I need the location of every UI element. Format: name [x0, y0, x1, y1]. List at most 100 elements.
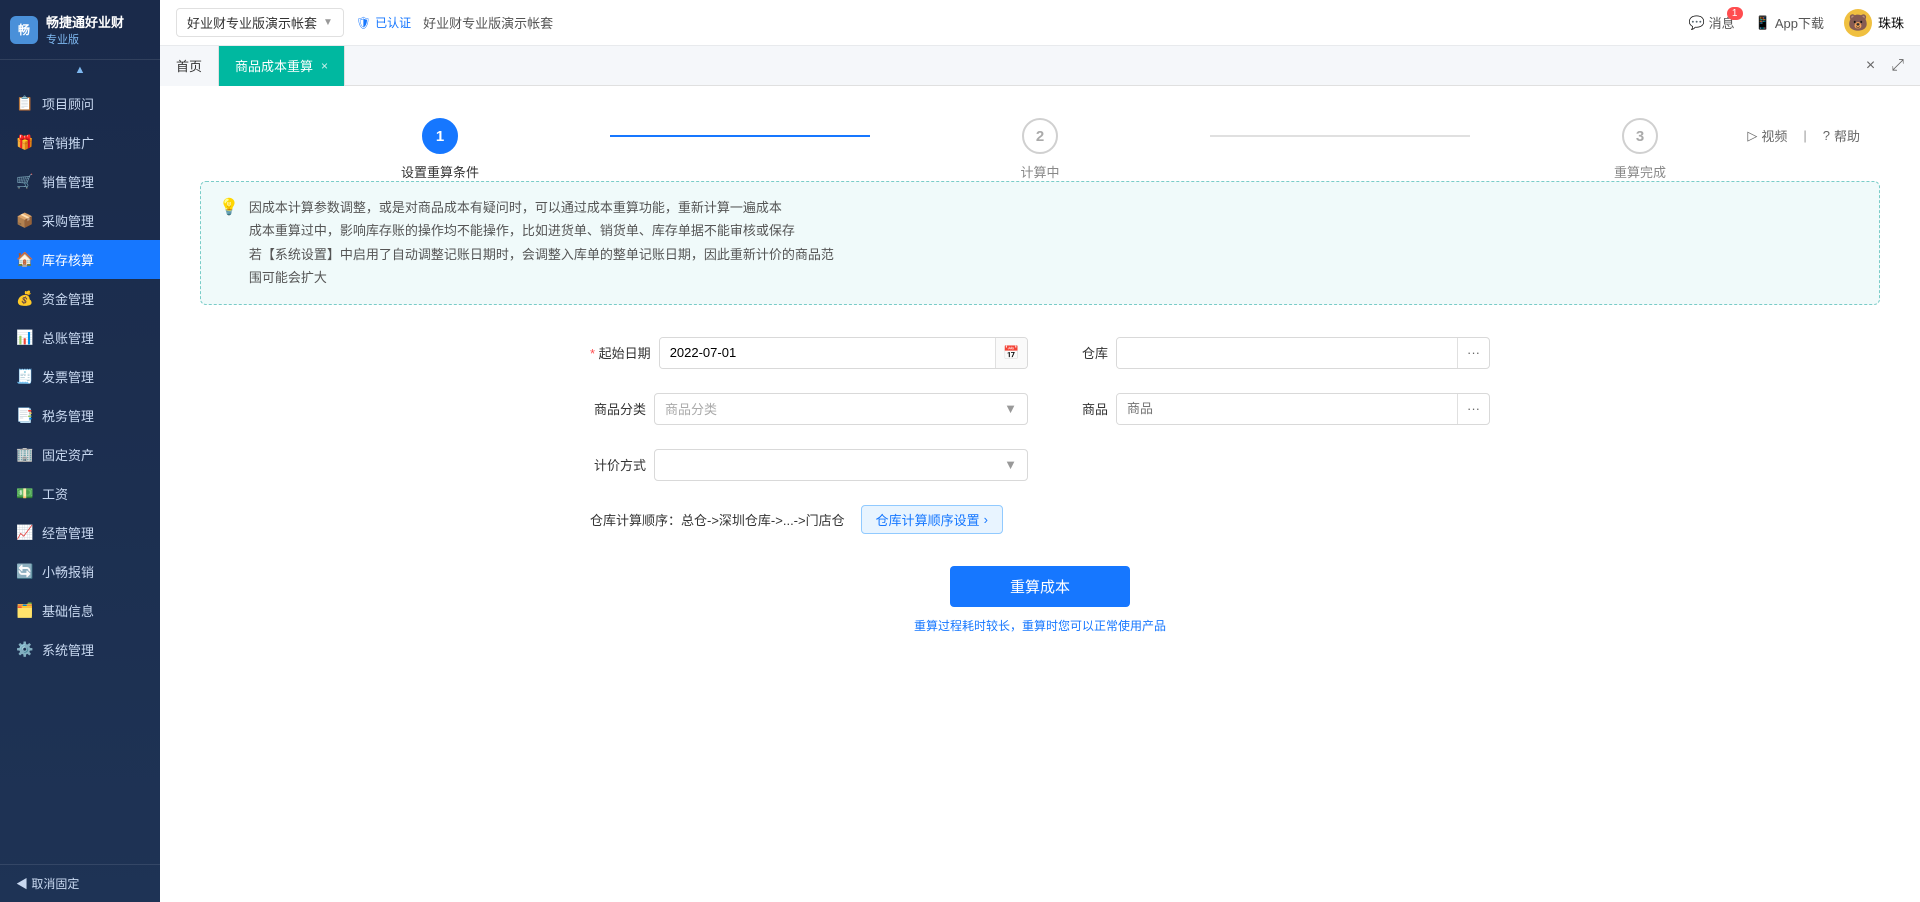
step-1-circle: 1 [422, 118, 458, 154]
avatar: 🐻 [1844, 9, 1872, 37]
form-row-2: 商品分类 商品分类 ▼ 商品 ··· [590, 393, 1490, 425]
assets-icon: 🏢 [16, 446, 34, 463]
form-section: 起始日期 📅 仓库 ··· 商品分类 [590, 337, 1490, 634]
logo-text: 畅捷通好业财 专业版 [46, 12, 124, 47]
user-menu[interactable]: 🐻 珠珠 [1844, 9, 1904, 37]
scroll-up-indicator: ▲ [0, 60, 160, 80]
sidebar-item-salary[interactable]: 💵 工资 [0, 474, 160, 513]
price-method-select[interactable]: ▼ [654, 449, 1028, 481]
sidebar-item-tax[interactable]: 📑 税务管理 [0, 396, 160, 435]
stepper-wrapper: 1 设置重算条件 2 计算中 3 [200, 118, 1880, 181]
sidebar: 畅 畅捷通好业财 专业版 ▲ 📋 项目顾问 🎁 营销推广 🛒 销售管理 📦 采购… [0, 0, 160, 902]
tab-close-icon[interactable]: × [321, 59, 328, 73]
category-label: 商品分类 [590, 399, 646, 418]
sidebar-item-project[interactable]: 📋 项目顾问 [0, 84, 160, 123]
sidebar-item-marketing[interactable]: 🎁 营销推广 [0, 123, 160, 162]
video-link[interactable]: ▷ 视频 [1747, 126, 1787, 145]
logo-icon: 畅 [10, 16, 38, 44]
topbar: 好业财专业版演示帐套 ▼ 🛡 已认证 好业财专业版演示帐套 💬 消息 1 📱 A… [160, 0, 1920, 46]
help-icon: ? [1823, 128, 1830, 143]
message-icon: 💬 [1688, 15, 1704, 31]
system-icon: ⚙️ [16, 641, 34, 658]
sidebar-item-base[interactable]: 🗂️ 基础信息 [0, 591, 160, 630]
finance-icon: 💰 [16, 290, 34, 307]
goods-input[interactable] [1117, 394, 1457, 424]
project-icon: 📋 [16, 95, 34, 112]
tab-close-window[interactable]: × [1862, 53, 1879, 79]
page-body: 1 设置重算条件 2 计算中 3 [160, 86, 1920, 902]
sidebar-item-assets[interactable]: 🏢 固定资产 [0, 435, 160, 474]
start-date-group: 起始日期 📅 [590, 337, 1028, 369]
bulb-icon: 💡 [219, 197, 239, 290]
expense-icon: 🔄 [16, 563, 34, 580]
sidebar-item-invoice[interactable]: 🧾 发票管理 [0, 357, 160, 396]
step-2-label: 计算中 [1020, 162, 1059, 181]
marketing-icon: 🎁 [16, 134, 34, 151]
stepper: 1 设置重算条件 2 计算中 3 [200, 118, 1880, 181]
warehouse-order-arrow-icon: › [984, 512, 988, 527]
tab-controls: × ⤢ [1862, 53, 1920, 79]
sidebar-unpin-button[interactable]: ◀ 取消固定 [0, 864, 160, 902]
warehouse-input-wrapper: ··· [1116, 337, 1490, 369]
start-date-input[interactable] [660, 338, 995, 368]
step-2: 2 计算中 [870, 118, 1210, 181]
sidebar-item-finance[interactable]: 💰 资金管理 [0, 279, 160, 318]
sidebar-item-system[interactable]: ⚙️ 系统管理 [0, 630, 160, 669]
sidebar-item-expense[interactable]: 🔄 小畅报销 [0, 552, 160, 591]
account-selector-arrow: ▼ [323, 17, 333, 28]
tab-cost-recalc[interactable]: 商品成本重算 × [219, 46, 345, 86]
sales-icon: 🛒 [16, 173, 34, 190]
phone-icon: 📱 [1755, 15, 1771, 31]
tab-expand-window[interactable]: ⤢ [1887, 53, 1908, 79]
category-select[interactable]: 商品分类 ▼ [654, 393, 1028, 425]
main-content: 好业财专业版演示帐套 ▼ 🛡 已认证 好业财专业版演示帐套 💬 消息 1 📱 A… [160, 0, 1920, 902]
sidebar-item-accounting[interactable]: 📊 总账管理 [0, 318, 160, 357]
help-link[interactable]: ? 帮助 [1823, 126, 1860, 145]
app-download-button[interactable]: 📱 App下载 [1755, 13, 1824, 32]
form-row-3: 计价方式 ▼ [590, 449, 1490, 481]
sidebar-item-inventory[interactable]: 🏠 库存核算 [0, 240, 160, 279]
warehouse-order-btn[interactable]: 仓库计算顺序设置 › [861, 505, 1003, 534]
inventory-icon: 🏠 [16, 251, 34, 268]
price-method-group: 计价方式 ▼ [590, 449, 1028, 481]
goods-label: 商品 [1052, 399, 1108, 418]
step-1-label: 设置重算条件 [401, 162, 479, 181]
category-arrow: ▼ [1004, 401, 1017, 416]
sidebar-item-operation[interactable]: 📈 经营管理 [0, 513, 160, 552]
warehouse-dots-icon[interactable]: ··· [1457, 337, 1489, 369]
play-icon: ▷ [1747, 128, 1757, 144]
step-3-label: 重算完成 [1614, 162, 1666, 181]
warehouse-group: 仓库 ··· [1052, 337, 1490, 369]
sidebar-item-sales[interactable]: 🛒 销售管理 [0, 162, 160, 201]
submit-area: 重算成本 重算过程耗时较长，重算时您可以正常使用产品 [590, 566, 1490, 634]
start-date-input-wrapper: 📅 [659, 337, 1028, 369]
step-2-circle: 2 [1022, 118, 1058, 154]
goods-dots-icon[interactable]: ··· [1457, 393, 1489, 425]
tab-home[interactable]: 首页 [160, 46, 219, 86]
account-name: 好业财专业版演示帐套 [423, 13, 553, 32]
step-1: 1 设置重算条件 [270, 118, 610, 181]
verified-badge: 🛡 已认证 [356, 14, 411, 31]
sidebar-item-purchase[interactable]: 📦 采购管理 [0, 201, 160, 240]
step-connector-1 [610, 135, 870, 137]
operation-icon: 📈 [16, 524, 34, 541]
recalculate-button[interactable]: 重算成本 [950, 566, 1130, 607]
warehouse-order-label: 仓库计算顺序：总仓->深圳仓库->...->门店仓 [590, 510, 845, 529]
invoice-icon: 🧾 [16, 368, 34, 385]
goods-input-wrapper: ··· [1116, 393, 1490, 425]
info-text: 因成本计算参数调整，或是对商品成本有疑问时，可以通过成本重算功能，重新计算一遍成… [249, 196, 834, 290]
step-3-circle: 3 [1622, 118, 1658, 154]
start-date-label: 起始日期 [590, 343, 651, 362]
form-row-1: 起始日期 📅 仓库 ··· [590, 337, 1490, 369]
warehouse-label: 仓库 [1052, 343, 1108, 362]
message-badge: 1 [1727, 7, 1743, 20]
message-button[interactable]: 💬 消息 1 [1688, 13, 1734, 32]
calendar-icon[interactable]: 📅 [995, 337, 1027, 369]
category-group: 商品分类 商品分类 ▼ [590, 393, 1028, 425]
warehouse-input[interactable] [1117, 338, 1457, 368]
info-box: 💡 因成本计算参数调整，或是对商品成本有疑问时，可以通过成本重算功能，重新计算一… [200, 181, 1880, 305]
accounting-icon: 📊 [16, 329, 34, 346]
sidebar-nav: 📋 项目顾问 🎁 营销推广 🛒 销售管理 📦 采购管理 🏠 库存核算 💰 资金管… [0, 80, 160, 864]
goods-group: 商品 ··· [1052, 393, 1490, 425]
account-selector[interactable]: 好业财专业版演示帐套 ▼ [176, 8, 344, 37]
